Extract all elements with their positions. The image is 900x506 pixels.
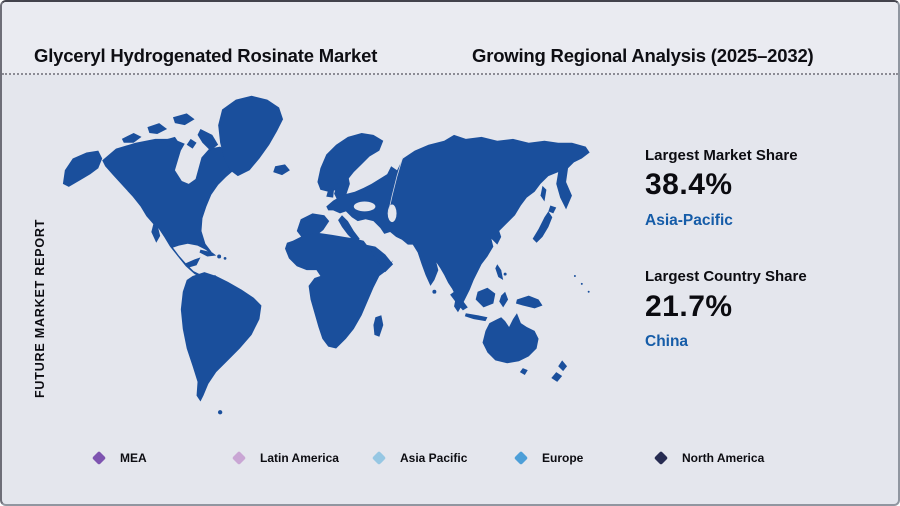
market-share-region: Asia-Pacific xyxy=(645,212,733,229)
market-share-value: 38.4% xyxy=(645,168,733,201)
new-guinea xyxy=(515,295,543,309)
greenland xyxy=(218,95,284,177)
stats-panel: Largest Market Share 38.4% Asia-Pacific … xyxy=(645,2,895,442)
europe-diamond-icon xyxy=(513,450,529,466)
legend-label: Latin America xyxy=(260,451,339,465)
brand-vertical-label: FUTURE MARKET REPORT xyxy=(33,218,47,398)
caribbean-island xyxy=(223,257,227,260)
north-america xyxy=(102,138,238,281)
world-map xyxy=(62,95,590,415)
madagascar xyxy=(373,315,384,337)
legend-label: Asia Pacific xyxy=(400,451,468,465)
legend-item-europe: Europe xyxy=(513,449,584,467)
new-zealand-south xyxy=(551,372,563,382)
sulawesi xyxy=(499,291,509,308)
caspian-sea xyxy=(387,204,397,223)
legend-item-latin-america: Latin America xyxy=(231,449,339,467)
tasmania xyxy=(519,368,528,376)
new-zealand-north xyxy=(558,360,568,372)
pacific-island xyxy=(573,275,576,278)
infographic-card: Glyceryl Hydrogenated Rosinate Market Gr… xyxy=(0,0,900,506)
pacific-island xyxy=(587,290,590,293)
landmasses xyxy=(62,95,590,415)
south-america xyxy=(180,272,262,402)
black-sea xyxy=(353,201,376,212)
country-share-label: Largest Country Share xyxy=(645,268,807,285)
country-share-value: 21.7% xyxy=(645,290,733,323)
legend-label: MEA xyxy=(120,451,147,465)
canadian-island xyxy=(186,138,197,149)
legend-label: Europe xyxy=(542,451,584,465)
legend-item-north-america: North America xyxy=(653,449,765,467)
market-share-label: Largest Market Share xyxy=(645,147,798,164)
sri-lanka xyxy=(432,289,437,294)
sakhalin xyxy=(540,185,547,202)
legend-item-mea: MEA xyxy=(91,449,147,467)
page-title: Glyceryl Hydrogenated Rosinate Market xyxy=(34,45,378,66)
north-america-diamond-icon xyxy=(653,450,669,466)
legend: MEA Latin America Asia Pacific Europe No… xyxy=(2,449,898,469)
legend-label: North America xyxy=(682,451,765,465)
philippine-island xyxy=(503,272,507,276)
hokkaido xyxy=(548,205,557,214)
canadian-island xyxy=(121,132,142,143)
latin-america-diamond-icon xyxy=(231,450,247,466)
country-share-region: China xyxy=(645,333,689,350)
iceland xyxy=(273,164,290,176)
canadian-island xyxy=(172,113,195,126)
canadian-island xyxy=(147,123,168,134)
baffin-island xyxy=(197,129,219,151)
australia xyxy=(482,313,539,364)
legend-item-asia-pacific: Asia Pacific xyxy=(371,449,468,467)
philippines xyxy=(495,264,504,280)
mea-diamond-icon xyxy=(91,450,107,466)
alaska xyxy=(62,150,103,187)
asia-pacific-diamond-icon xyxy=(371,450,387,466)
borneo xyxy=(475,287,496,308)
java xyxy=(464,313,488,322)
japan xyxy=(532,211,553,243)
hispaniola xyxy=(217,254,222,259)
pacific-island xyxy=(580,282,583,285)
falkland-islands xyxy=(217,410,223,415)
